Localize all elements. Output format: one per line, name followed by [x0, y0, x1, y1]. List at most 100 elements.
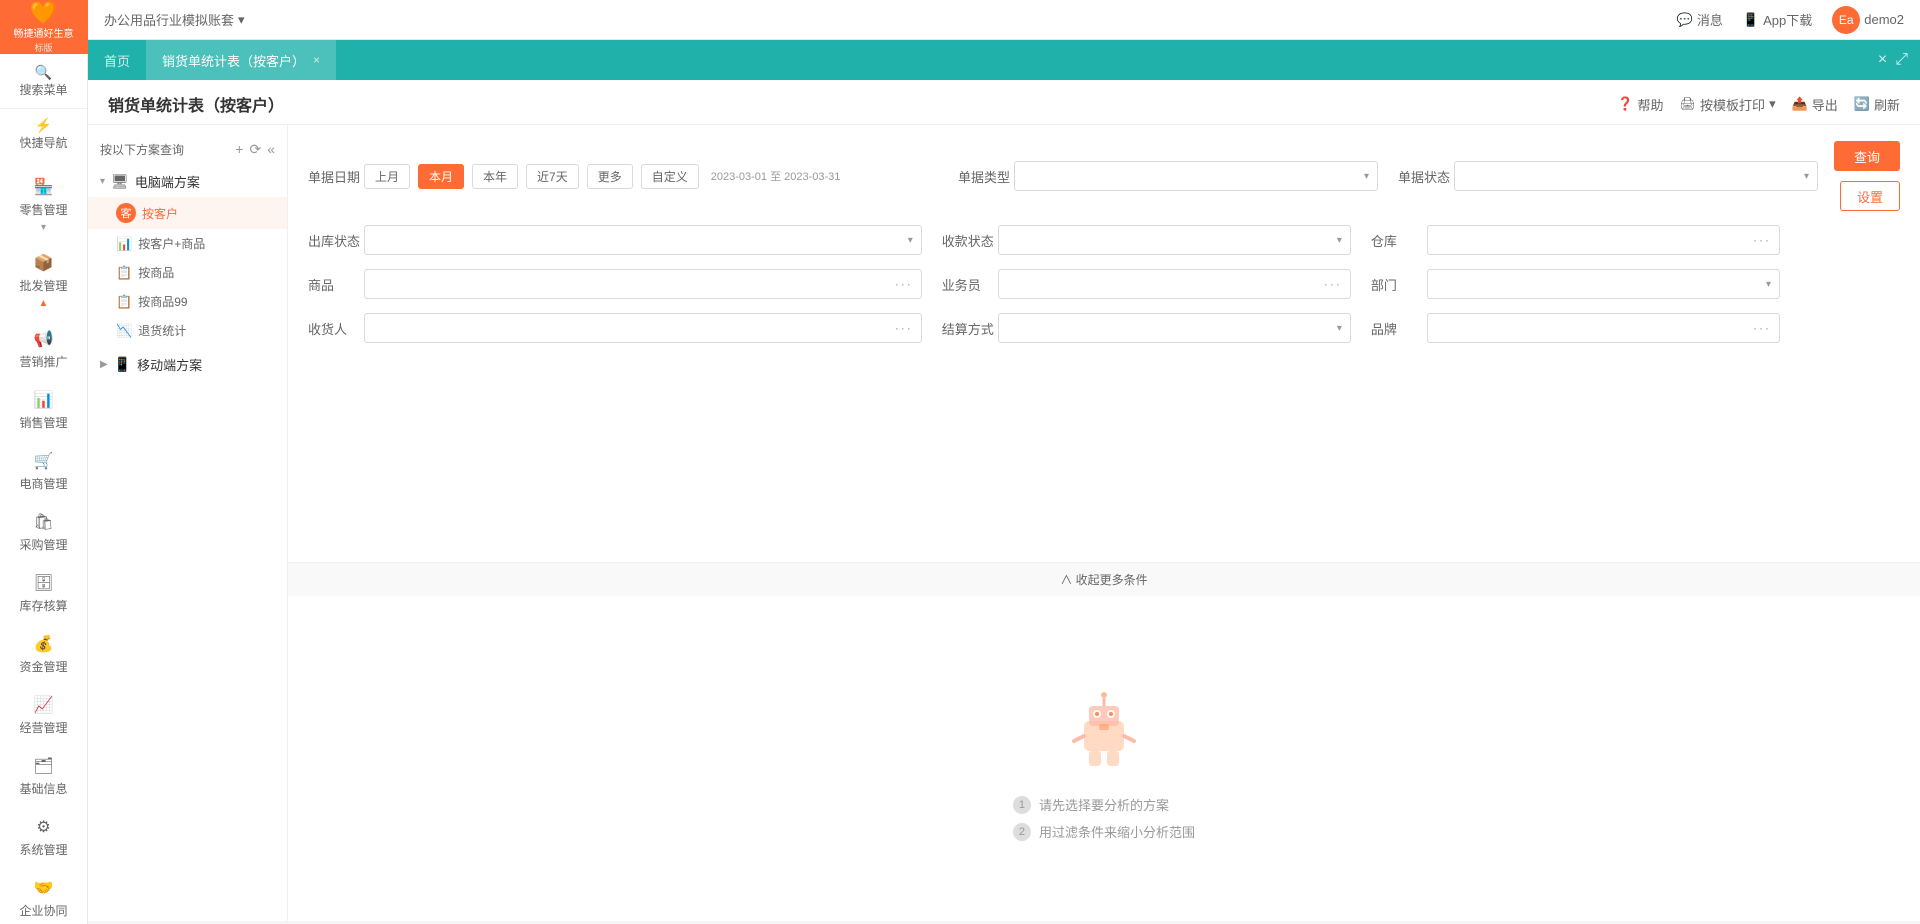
- tab-sales-stats-label: 销货单统计表（按客户）: [162, 51, 305, 70]
- tabs-bar: 首页 销货单统计表（按客户） × × ⤢: [88, 40, 1920, 80]
- empty-hint-2: 2 用过滤条件来缩小分析范围: [1013, 822, 1195, 841]
- sidebar-item-operation[interactable]: 📈 经营管理: [0, 685, 87, 746]
- print-action[interactable]: 🖨 按模板打印 ▾: [1680, 95, 1776, 114]
- filter-item-salesman: 业务员 ···: [942, 269, 1351, 299]
- sidebar-item-finance[interactable]: 💰 资金管理: [0, 624, 87, 685]
- out-status-control[interactable]: ▾: [364, 225, 922, 255]
- out-status-label: 出库状态: [308, 231, 364, 250]
- sidebar-item-sales[interactable]: 📊 销售管理: [0, 380, 87, 441]
- order-status-control[interactable]: ▾: [1454, 161, 1818, 191]
- desktop-group-label: 电脑端方案: [135, 172, 200, 191]
- industry-selector[interactable]: 办公用品行业模拟账套 ▾: [104, 10, 245, 29]
- brand-control[interactable]: ···: [1427, 313, 1780, 343]
- sidebar-item-system[interactable]: ⚙ 系统管理: [0, 807, 87, 868]
- scheme-item-customer-goods[interactable]: 📊 按客户+商品: [88, 229, 287, 258]
- ecommerce-icon: 🛒: [34, 451, 54, 471]
- sidebar-item-marketing[interactable]: 📢 营销推广: [0, 319, 87, 380]
- system-icon: ⚙: [36, 817, 50, 837]
- header-right: 💬 消息 📱 App下载 Ea demo2: [1677, 6, 1904, 34]
- brand-dots: ···: [1753, 321, 1771, 335]
- scheme-item-goods99[interactable]: 📋 按商品99: [88, 287, 287, 316]
- receiver-label: 收货人: [308, 319, 364, 338]
- logo-icon: 🧡: [30, 0, 57, 26]
- sidebar-item-basic[interactable]: 🗂 基础信息: [0, 746, 87, 807]
- goods-dots: ···: [895, 277, 913, 291]
- scheme-add-btn[interactable]: +: [235, 141, 243, 158]
- scheme-collapse-btn[interactable]: «: [267, 141, 275, 158]
- order-type-control[interactable]: ▾: [1014, 161, 1378, 191]
- salesman-label: 业务员: [942, 275, 998, 294]
- scheme-panel-title: 按以下方案查询: [100, 141, 184, 158]
- page-actions: ❓ 帮助 🖨 按模板打印 ▾ 📤 导出 🔄 刷新: [1617, 95, 1900, 114]
- filter-row-3: 商品 ··· 业务员 ···: [308, 269, 1900, 299]
- retail-label: 零售管理: [19, 201, 67, 218]
- enterprise-icon: 🤝: [34, 878, 54, 898]
- scheme-group-desktop-header[interactable]: ▾ 🖥 电脑端方案: [88, 166, 287, 197]
- date-btn-7days[interactable]: 近7天: [526, 164, 579, 189]
- date-btn-this-year[interactable]: 本年: [472, 164, 518, 189]
- sidebar-search[interactable]: 🔍 搜索菜单: [0, 54, 87, 109]
- sidebar-quick-nav[interactable]: ⚡ 快捷导航: [0, 109, 87, 159]
- collapse-bar[interactable]: ∧ 收起更多条件: [288, 562, 1920, 596]
- sidebar-logo[interactable]: 🧡 畅捷通好生意 标版: [0, 0, 88, 54]
- tab-sales-stats[interactable]: 销货单统计表（按客户） ×: [146, 40, 336, 80]
- goods-icon: 📋: [116, 265, 132, 281]
- department-control[interactable]: ▾: [1427, 269, 1780, 299]
- basic-label: 基础信息: [19, 780, 67, 797]
- tab-maximize-btn[interactable]: ⤢: [1895, 51, 1908, 69]
- goods-filter-control[interactable]: ···: [364, 269, 922, 299]
- tab-minimize-btn[interactable]: ×: [1878, 51, 1887, 69]
- sidebar-item-ecommerce[interactable]: 🛒 电商管理: [0, 441, 87, 502]
- hint-1-num: 1: [1013, 796, 1031, 814]
- warehouse-dots: ···: [1753, 233, 1771, 247]
- desktop-group-icon: 🖥: [111, 173, 129, 190]
- date-btn-more[interactable]: 更多: [587, 164, 633, 189]
- salesman-control[interactable]: ···: [998, 269, 1351, 299]
- help-action[interactable]: ❓ 帮助: [1617, 95, 1663, 114]
- settlement-control[interactable]: ▾: [998, 313, 1351, 343]
- filter-item-date: 单据日期 上月 本月 本年 近7天 更多 自定义 2023-03-01 至 20…: [308, 164, 938, 189]
- export-action[interactable]: 📤 导出: [1792, 95, 1838, 114]
- basic-icon: 🗂: [33, 756, 53, 776]
- receipt-status-control[interactable]: ▾: [998, 225, 1351, 255]
- scheme-item-return[interactable]: 📉 退货统计: [88, 316, 287, 345]
- refresh-action[interactable]: 🔄 刷新: [1854, 95, 1900, 114]
- finance-label: 资金管理: [19, 658, 67, 675]
- sales-label: 销售管理: [19, 414, 67, 431]
- message-item[interactable]: 💬 消息: [1677, 10, 1723, 29]
- marketing-icon: 📢: [34, 329, 54, 349]
- receiver-control[interactable]: ···: [364, 313, 922, 343]
- date-btn-last-month[interactable]: 上月: [364, 164, 410, 189]
- tab-close-icon[interactable]: ×: [313, 53, 320, 67]
- settlement-label: 结算方式: [942, 319, 998, 338]
- operation-label: 经营管理: [19, 719, 67, 736]
- settings-button[interactable]: 设置: [1840, 181, 1900, 211]
- sidebar-item-enterprise[interactable]: 🤝 企业协同: [0, 868, 87, 924]
- sidebar-item-retail[interactable]: 🏪 零售管理 ▾: [0, 167, 87, 243]
- date-btn-this-month[interactable]: 本月: [418, 164, 464, 189]
- sidebar-item-inventory[interactable]: 🗄 库存核算: [0, 563, 87, 624]
- query-button[interactable]: 查询: [1834, 141, 1900, 171]
- tab-actions: × ⤢: [1878, 51, 1920, 69]
- tab-home[interactable]: 首页: [88, 40, 146, 80]
- order-status-label: 单据状态: [1398, 167, 1454, 186]
- receipt-status-arrow: ▾: [1337, 235, 1342, 246]
- desktop-group-arrow: ▾: [100, 176, 105, 187]
- scheme-item-goods[interactable]: 📋 按商品: [88, 258, 287, 287]
- app-download-item[interactable]: 📱 App下载: [1743, 10, 1812, 29]
- scheme-actions: + ⟳ «: [235, 141, 275, 158]
- export-icon: 📤: [1792, 96, 1808, 112]
- scheme-item-customer[interactable]: 客 按客户: [88, 197, 287, 229]
- print-arrow: ▾: [1769, 96, 1776, 112]
- scheme-group-mobile-header[interactable]: ▶ 📱 移动端方案: [88, 349, 287, 380]
- date-btn-custom[interactable]: 自定义: [641, 164, 699, 189]
- warehouse-control[interactable]: ···: [1427, 225, 1780, 255]
- help-icon: ❓: [1617, 96, 1633, 112]
- user-item[interactable]: Ea demo2: [1832, 6, 1904, 34]
- sidebar-item-purchase[interactable]: 🛍 采购管理: [0, 502, 87, 563]
- scheme-refresh-btn[interactable]: ⟳: [249, 141, 261, 158]
- filter-panel: 单据日期 上月 本月 本年 近7天 更多 自定义 2023-03-01 至 20…: [288, 125, 1920, 562]
- username: demo2: [1864, 12, 1904, 27]
- mobile-group-label: 移动端方案: [137, 355, 202, 374]
- sidebar-item-wholesale[interactable]: 📦 批发管理 ▲: [0, 243, 87, 319]
